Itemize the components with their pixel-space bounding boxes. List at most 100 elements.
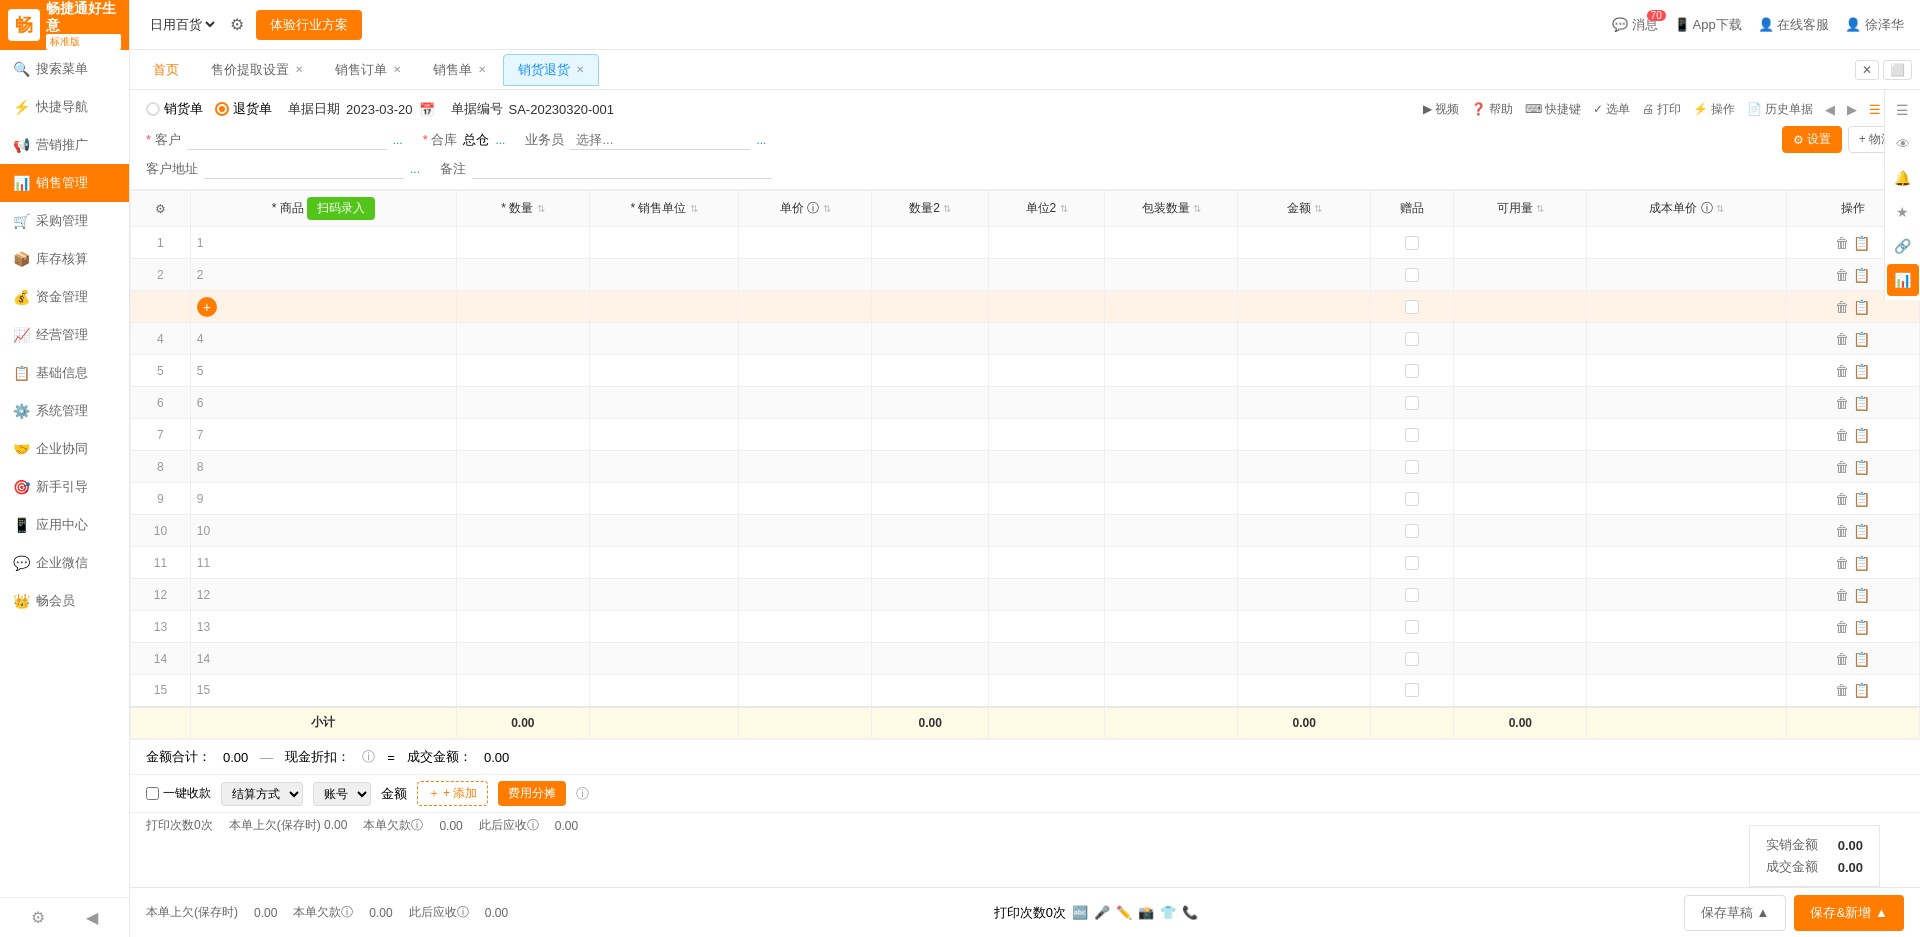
row-available-cell[interactable] xyxy=(1454,451,1587,483)
row-available-cell[interactable] xyxy=(1454,547,1587,579)
row-amount-cell[interactable] xyxy=(1238,387,1371,419)
mic-icon[interactable]: 🎤 xyxy=(1094,905,1110,920)
row-product-cell[interactable]: 4 xyxy=(190,323,456,355)
calendar-icon[interactable]: 📅 xyxy=(419,102,435,117)
add-payment-button[interactable]: ＋ + 添加 xyxy=(417,781,488,806)
amount-sort-icon[interactable]: ⇅ xyxy=(1314,203,1322,214)
row-unit-cell[interactable] xyxy=(589,643,739,675)
row-unit2-cell[interactable] xyxy=(988,323,1104,355)
tab-close-sale-price[interactable]: ✕ xyxy=(295,64,303,75)
float-active-btn[interactable]: 📊 xyxy=(1887,264,1919,296)
sidebar-item-search[interactable]: 🔍 搜索菜单 xyxy=(0,50,129,88)
app-download-link[interactable]: 📱 App下载 xyxy=(1674,16,1742,34)
online-service-link[interactable]: 👤 在线客服 xyxy=(1758,16,1830,34)
phone-icon[interactable]: 📞 xyxy=(1182,905,1198,920)
unit-sort-icon[interactable]: ⇅ xyxy=(690,203,698,214)
tab-close-sales-order[interactable]: ✕ xyxy=(393,64,401,75)
row-cost-cell[interactable] xyxy=(1587,259,1787,291)
row-unit2-cell[interactable] xyxy=(988,611,1104,643)
row-unit2-cell[interactable] xyxy=(988,547,1104,579)
row-pkg-cell[interactable] xyxy=(1105,515,1238,547)
row-pkg-cell[interactable] xyxy=(1105,259,1238,291)
row-gift-cell[interactable] xyxy=(1371,451,1454,483)
row-gift-cell[interactable] xyxy=(1371,515,1454,547)
row-unit2-cell[interactable] xyxy=(988,419,1104,451)
row-cost-cell[interactable] xyxy=(1587,227,1787,259)
row-unit2-cell[interactable] xyxy=(988,483,1104,515)
row-product-cell[interactable]: 11 xyxy=(190,547,456,579)
sidebar-item-sales[interactable]: 📊 销售管理 xyxy=(0,164,129,202)
row-qty-cell[interactable] xyxy=(456,675,589,707)
row-qty2-cell[interactable] xyxy=(872,291,988,323)
row-delete-icon[interactable]: 🗑 xyxy=(1835,651,1849,667)
row-gift-cell[interactable] xyxy=(1371,643,1454,675)
row-amount-cell[interactable] xyxy=(1238,291,1371,323)
row-delete-icon[interactable]: 🗑 xyxy=(1835,491,1849,507)
row-qty2-cell[interactable] xyxy=(872,451,988,483)
row-delete-icon[interactable]: 🗑 xyxy=(1835,587,1849,603)
settings-gear-icon[interactable]: ⚙ xyxy=(31,908,45,927)
breadcrumb-select[interactable]: 日用百货 xyxy=(146,16,218,33)
gift-checkbox[interactable] xyxy=(1405,268,1419,282)
row-gift-cell[interactable] xyxy=(1371,419,1454,451)
gift-checkbox[interactable] xyxy=(1405,236,1419,250)
settings-button[interactable]: ⚙ 设置 xyxy=(1782,126,1842,153)
row-copy-icon[interactable]: 📋 xyxy=(1853,395,1870,411)
row-available-cell[interactable] xyxy=(1454,419,1587,451)
row-copy-icon[interactable]: 📋 xyxy=(1853,555,1870,571)
row-qty-cell[interactable] xyxy=(456,291,589,323)
row-unit2-cell[interactable] xyxy=(988,259,1104,291)
row-qty2-cell[interactable] xyxy=(872,547,988,579)
row-price-cell[interactable] xyxy=(739,451,872,483)
row-price-cell[interactable] xyxy=(739,227,872,259)
radio-return[interactable]: 退货单 xyxy=(215,100,272,118)
gift-checkbox[interactable] xyxy=(1405,652,1419,666)
collapse-icon[interactable]: ◀ xyxy=(86,908,98,927)
sidebar-item-enterprise[interactable]: 🤝 企业协同 xyxy=(0,430,129,468)
tab-home[interactable]: 首页 xyxy=(138,54,194,86)
row-copy-icon[interactable]: 📋 xyxy=(1853,523,1870,539)
row-cost-cell[interactable] xyxy=(1587,419,1787,451)
row-product-cell[interactable]: + xyxy=(190,291,456,323)
row-gift-cell[interactable] xyxy=(1371,611,1454,643)
row-available-cell[interactable] xyxy=(1454,323,1587,355)
camera-icon[interactable]: 📸 xyxy=(1138,905,1154,920)
row-product-cell[interactable]: 14 xyxy=(190,643,456,675)
salesperson-dots[interactable]: ... xyxy=(756,133,766,147)
action-operate[interactable]: ⚡ 操作 xyxy=(1693,101,1735,118)
row-qty2-cell[interactable] xyxy=(872,387,988,419)
sidebar-item-guide[interactable]: 🎯 新手引导 xyxy=(0,468,129,506)
row-delete-icon[interactable]: 🗑 xyxy=(1835,235,1849,251)
sidebar-item-weixin[interactable]: 💬 企业微信 xyxy=(0,544,129,582)
float-link-btn[interactable]: 🔗 xyxy=(1887,230,1919,262)
row-copy-icon[interactable]: 📋 xyxy=(1853,331,1870,347)
row-qty2-cell[interactable] xyxy=(872,355,988,387)
row-cost-cell[interactable] xyxy=(1587,547,1787,579)
row-copy-icon[interactable]: 📋 xyxy=(1853,427,1870,443)
row-product-cell[interactable]: 13 xyxy=(190,611,456,643)
row-pkg-cell[interactable] xyxy=(1105,227,1238,259)
row-amount-cell[interactable] xyxy=(1238,355,1371,387)
row-unit-cell[interactable] xyxy=(589,259,739,291)
row-available-cell[interactable] xyxy=(1454,291,1587,323)
row-gift-cell[interactable] xyxy=(1371,259,1454,291)
row-qty-cell[interactable] xyxy=(456,419,589,451)
row-price-cell[interactable] xyxy=(739,611,872,643)
row-unit2-cell[interactable] xyxy=(988,451,1104,483)
row-amount-cell[interactable] xyxy=(1238,675,1371,707)
row-amount-cell[interactable] xyxy=(1238,451,1371,483)
action-history[interactable]: 📄 历史单据 xyxy=(1747,101,1813,118)
action-select[interactable]: ✓ 选单 xyxy=(1593,101,1630,118)
row-qty-cell[interactable] xyxy=(456,259,589,291)
row-delete-icon[interactable]: 🗑 xyxy=(1835,363,1849,379)
row-cost-cell[interactable] xyxy=(1587,675,1787,707)
row-unit-cell[interactable] xyxy=(589,483,739,515)
row-amount-cell[interactable] xyxy=(1238,227,1371,259)
row-available-cell[interactable] xyxy=(1454,355,1587,387)
row-qty-cell[interactable] xyxy=(456,483,589,515)
remark-input[interactable] xyxy=(472,159,772,179)
salesperson-input[interactable] xyxy=(570,130,750,150)
user-info[interactable]: 👤 徐泽华 xyxy=(1845,16,1904,34)
row-delete-icon[interactable]: 🗑 xyxy=(1835,299,1849,315)
gift-checkbox[interactable] xyxy=(1405,620,1419,634)
